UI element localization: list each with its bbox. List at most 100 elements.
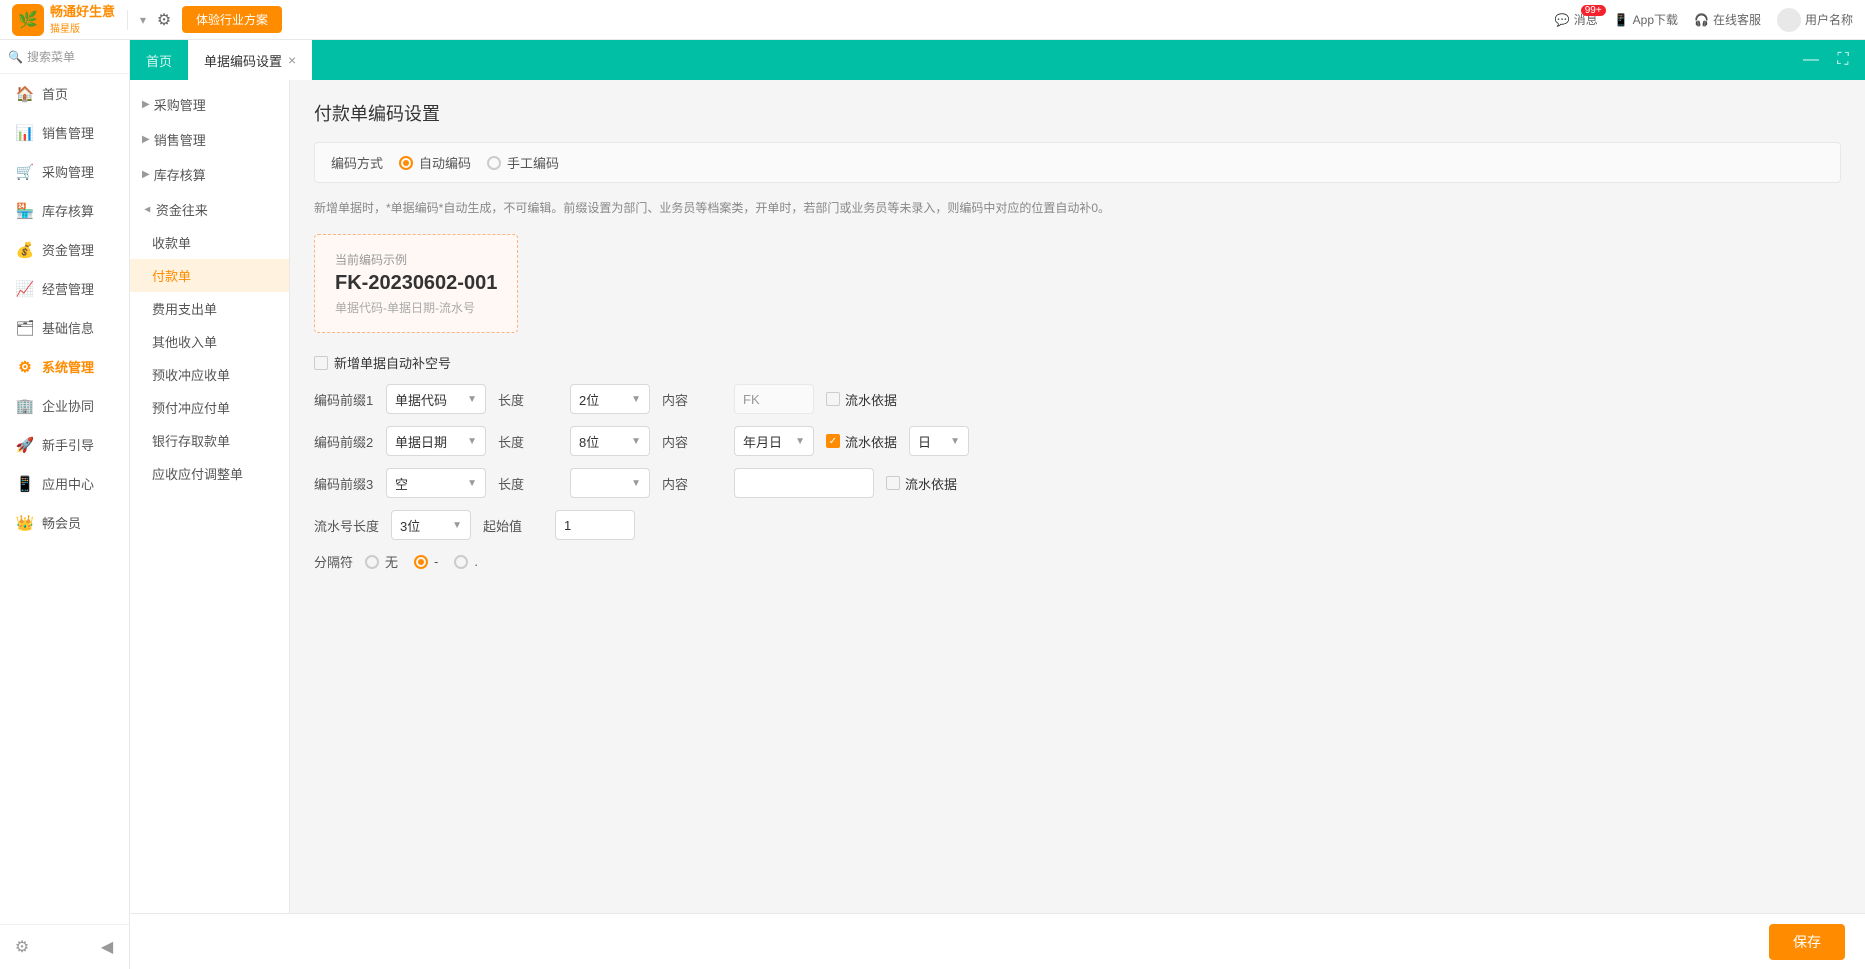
prefix3-select[interactable]: 空 ▼ (386, 468, 486, 498)
sub-item-prepay-receivable[interactable]: 预收冲应收单 (130, 358, 289, 391)
length1-select[interactable]: 2位 ▼ (570, 384, 650, 414)
settings-icon[interactable]: ⚙ (150, 6, 178, 34)
tab-bar-actions: — ⛶ (1797, 46, 1865, 74)
sub-item-prepay-payable[interactable]: 预付冲应付单 (130, 391, 289, 424)
sub-group-sales-title[interactable]: ▶ 销售管理 (130, 123, 289, 156)
length3-label: 长度 (498, 474, 558, 493)
auto-fill-checkbox[interactable] (314, 356, 328, 370)
prefix1-select[interactable]: 单据代码 ▼ (386, 384, 486, 414)
auto-fill-label: 新增单据自动补空号 (334, 353, 451, 372)
sub-group-capital-title[interactable]: ▼ 资金往来 (130, 193, 289, 226)
serial3-checkbox-group[interactable]: 流水依据 (886, 474, 957, 493)
basic-icon: 🗂 (16, 319, 34, 337)
separator-dash-radio[interactable]: - (414, 554, 438, 569)
save-button[interactable]: 保存 (1769, 924, 1845, 960)
sidebar-item-newguide[interactable]: 🚀 新手引导 (0, 425, 129, 464)
sidebar-item-inventory[interactable]: 🏪 库存核算 (0, 191, 129, 230)
promo-button[interactable]: 体验行业方案 (182, 6, 282, 33)
sidebar-item-apps[interactable]: 📱 应用中心 (0, 464, 129, 503)
encoding-mode-label: 编码方式 (331, 153, 383, 172)
separator-options: 无 - . (365, 552, 478, 571)
sidebar-item-purchase[interactable]: 🛒 采购管理 (0, 152, 129, 191)
period2-select[interactable]: 日 ▼ (909, 426, 969, 456)
length2-label: 长度 (498, 432, 558, 451)
sub-item-receipt[interactable]: 收款单 (130, 226, 289, 259)
separator-none-radio[interactable]: 无 (365, 552, 398, 571)
serial-length-select[interactable]: 3位 ▼ (391, 510, 471, 540)
user-avatar[interactable]: 用户名称 (1777, 8, 1853, 32)
arrow-icon: ▶ (142, 99, 150, 110)
start-value-input[interactable] (555, 510, 635, 540)
sub-group-capital: ▼ 资金往来 收款单 付款单 费用支出单 其他收入单 预收冲应收单 预付冲应付单… (130, 193, 289, 490)
sidebar-search[interactable]: 🔍 搜索菜单 (0, 40, 129, 74)
sidebar-item-member[interactable]: 👑 畅会员 (0, 503, 129, 542)
sidebar-item-home[interactable]: 🏠 首页 (0, 74, 129, 113)
content2-select[interactable]: 年月日 ▼ (734, 426, 814, 456)
sidebar-settings-icon[interactable]: ⚙ (8, 933, 36, 961)
sub-item-ap-ar-adjust[interactable]: 应收应付调整单 (130, 457, 289, 490)
sub-item-other-income[interactable]: 其他收入单 (130, 325, 289, 358)
prefix1-arrow: ▼ (467, 394, 477, 405)
sub-group-sales: ▶ 销售管理 (130, 123, 289, 156)
inventory-icon: 🏪 (16, 202, 34, 220)
prefix1-row: 编码前缀1 单据代码 ▼ 长度 2位 ▼ 内容 流水依据 (314, 384, 1841, 414)
start-value-label: 起始值 (483, 516, 543, 535)
newguide-icon: 🚀 (16, 436, 34, 454)
tab-minimize-icon[interactable]: — (1797, 46, 1825, 74)
system-icon: ⚙ (16, 358, 34, 376)
sub-item-bank-deposit[interactable]: 银行存取款单 (130, 424, 289, 457)
content-area: 首页 单据编码设置 × — ⛶ ▶ 采购管理 (130, 40, 1865, 969)
page-title: 付款单编码设置 (314, 100, 1841, 126)
length2-select[interactable]: 8位 ▼ (570, 426, 650, 456)
sub-item-payment[interactable]: 付款单 (130, 259, 289, 292)
length2-arrow: ▼ (631, 436, 641, 447)
logo-icon: 🌿 (12, 4, 44, 36)
tab-encoding[interactable]: 单据编码设置 × (188, 40, 312, 80)
sidebar-item-sales[interactable]: 📊 销售管理 (0, 113, 129, 152)
serial2-checkbox-group[interactable]: ✓ 流水依据 (826, 432, 897, 451)
manual-encode-radio[interactable]: 手工编码 (487, 153, 559, 172)
online-service-button[interactable]: 🎧 在线客服 (1694, 11, 1761, 28)
serial3-checkbox[interactable] (886, 476, 900, 490)
app-download-button[interactable]: 📱 App下载 (1614, 11, 1678, 28)
serial2-checkbox[interactable]: ✓ (826, 434, 840, 448)
prefix1-label: 编码前缀1 (314, 390, 374, 409)
sidebar-item-system[interactable]: ⚙ 系统管理 (0, 347, 129, 386)
sidebar-item-basic[interactable]: 🗂 基础信息 (0, 308, 129, 347)
code-preview-box: 当前编码示例 FK-20230602-001 单据代码-单据日期-流水号 (314, 234, 518, 333)
prefix2-row: 编码前缀2 单据日期 ▼ 长度 8位 ▼ 内容 年月日 ▼ (314, 426, 1841, 456)
member-icon: 👑 (16, 514, 34, 532)
content1-input[interactable] (734, 384, 814, 414)
separator-dot-radio[interactable]: . (454, 554, 478, 569)
serial-length-arrow: ▼ (452, 520, 462, 531)
prefix2-select[interactable]: 单据日期 ▼ (386, 426, 486, 456)
purchase-icon: 🛒 (16, 163, 34, 181)
arrow-open-icon: ▼ (141, 205, 152, 215)
separator-label: 分隔符 (314, 552, 353, 571)
sub-sidebar: ▶ 采购管理 ▶ 销售管理 ▶ 库存核算 (130, 80, 290, 913)
arrow-icon: ▶ (142, 134, 150, 145)
serial1-checkbox-group[interactable]: 流水依据 (826, 390, 897, 409)
length3-select[interactable]: ▼ (570, 468, 650, 498)
top-nav: ▾ ⚙ 体验行业方案 (140, 6, 1547, 34)
sidebar-item-finance[interactable]: 💰 资金管理 (0, 230, 129, 269)
sub-item-expense[interactable]: 费用支出单 (130, 292, 289, 325)
sidebar-item-enterprise[interactable]: 🏢 企业协同 (0, 386, 129, 425)
tab-close-icon[interactable]: × (288, 52, 296, 68)
message-button[interactable]: 💬 消息 99+ (1555, 11, 1598, 28)
separator-dot-dot (454, 555, 468, 569)
sub-group-inventory-title[interactable]: ▶ 库存核算 (130, 158, 289, 191)
nav-dropdown[interactable]: ▾ (140, 13, 146, 27)
sidebar-item-operations[interactable]: 📈 经营管理 (0, 269, 129, 308)
tab-home[interactable]: 首页 (130, 40, 188, 80)
tab-expand-icon[interactable]: ⛶ (1829, 46, 1857, 74)
prefix2-arrow: ▼ (467, 436, 477, 447)
sidebar-collapse-icon[interactable]: ◀ (93, 933, 121, 961)
sub-group-purchase-title[interactable]: ▶ 采购管理 (130, 88, 289, 121)
content1-label: 内容 (662, 390, 722, 409)
content3-input[interactable] (734, 468, 874, 498)
enterprise-icon: 🏢 (16, 397, 34, 415)
serial1-checkbox[interactable] (826, 392, 840, 406)
auto-encode-radio[interactable]: 自动编码 (399, 153, 471, 172)
sales-icon: 📊 (16, 124, 34, 142)
